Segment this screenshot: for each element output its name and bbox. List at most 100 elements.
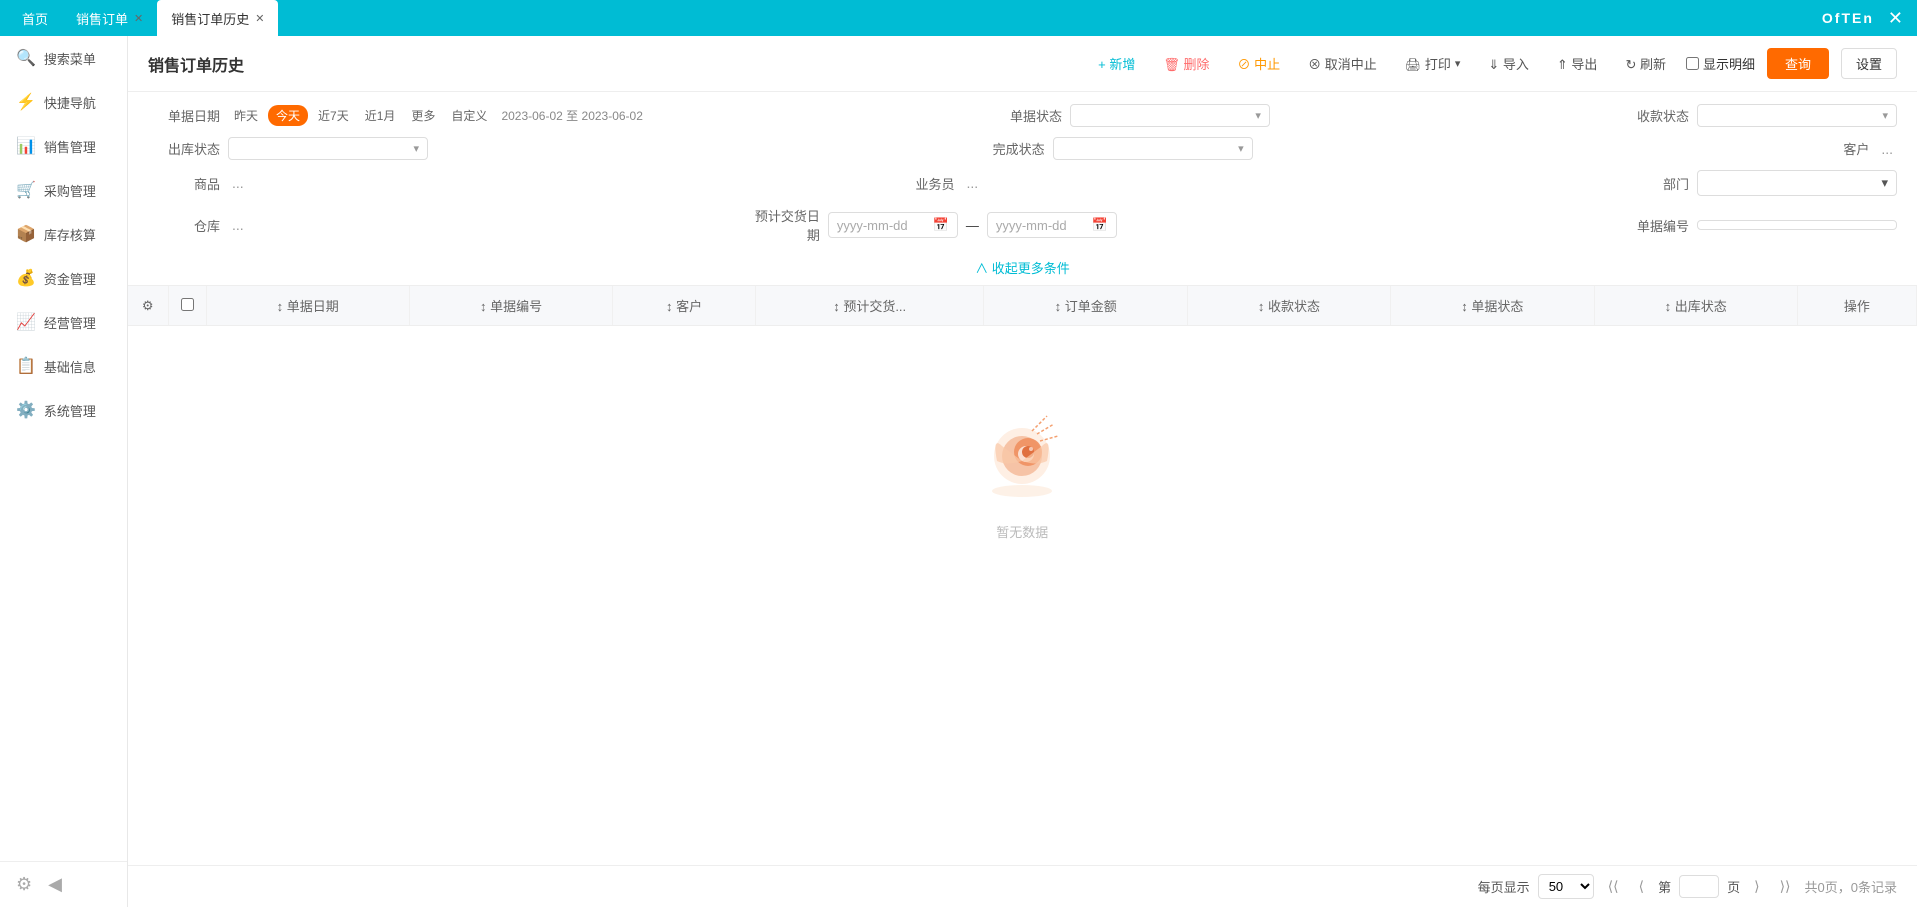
top-bar-actions: OfTEn ✕ [1822,8,1909,29]
expected-date-label: 预计交货日期 [748,206,820,244]
calendar-end-icon[interactable]: 📅 [1092,217,1108,233]
date-1month-btn[interactable]: 近1月 [359,105,402,126]
first-page-btn[interactable]: ⟨⟨ [1602,876,1625,897]
outbound-status-select[interactable]: ▾ [228,137,428,160]
export-button[interactable]: ⇑ 导出 [1549,50,1606,77]
page-number-input[interactable]: 1 [1679,875,1719,898]
expected-date-start-input[interactable]: yyyy-mm-dd 📅 [828,212,958,238]
th-receipt-status: ↕ 收款状态 [1187,286,1390,326]
dept-select[interactable]: ▾ [1697,170,1897,196]
tab-sales-order-history[interactable]: 销售订单历史 ✕ [157,0,278,36]
sidebar-item-sales-mgmt[interactable]: 📊 销售管理 [0,124,127,168]
per-page-select[interactable]: 10 20 50 100 [1538,874,1594,899]
bill-number-label: 单据编号 [1617,216,1689,235]
th-customer: ↕ 客户 [613,286,756,326]
show-detail-checkbox-label[interactable]: 显示明细 [1686,54,1755,73]
toolbar: + 新增 🗑 删除 ⊘ 中止 ⊗ 取消中止 🖨 打印 ▾ ⇓ 导入 [1090,48,1897,79]
close-sales-order-tab[interactable]: ✕ [134,12,143,25]
purchase-mgmt-icon: 🛒 [16,180,36,200]
quick-nav-icon: ⚡ [16,92,36,112]
th-date: ↕ 单据日期 [206,286,409,326]
sidebar-settings-icon[interactable]: ⚙ [16,874,32,895]
bill-status-caret-icon: ▾ [1255,109,1261,122]
bill-number-input[interactable] [1697,220,1897,230]
operation-mgmt-icon: 📈 [16,312,36,332]
sidebar-item-system-mgmt[interactable]: ⚙️ 系统管理 [0,388,127,432]
dept-label: 部门 [1617,174,1689,193]
salesperson-select-btn[interactable]: ... [963,175,983,191]
sidebar-item-fund-mgmt[interactable]: 💰 资金管理 [0,256,127,300]
fund-mgmt-icon: 💰 [16,268,36,288]
window-close-button[interactable]: ✕ [1882,8,1909,29]
goods-label: 商品 [148,174,220,193]
complete-status-label: 完成状态 [973,139,1045,158]
empty-image [972,406,1072,506]
sidebar-item-basic-info[interactable]: 📋 基础信息 [0,344,127,388]
outbound-status-label: 出库状态 [148,139,220,158]
th-settings: ⚙ [128,286,168,326]
sidebar-item-quick-nav[interactable]: ⚡ 快捷导航 [0,80,127,124]
stop-button[interactable]: ⊘ 中止 [1230,50,1289,77]
date-range-display: 2023-06-02 至 2023-06-02 [501,107,642,124]
complete-status-select[interactable]: ▾ [1053,137,1253,160]
sidebar-collapse-icon[interactable]: ◀ [48,874,62,895]
date-7days-btn[interactable]: 近7天 [312,105,355,126]
collapse-more-conditions[interactable]: ∧ 收起更多条件 [148,254,1897,281]
complete-status-caret-icon: ▾ [1238,142,1244,155]
data-table: ⚙ ↕ 单据日期 ↕ 单据编号 ↕ 客户 [128,286,1917,621]
tab-home[interactable]: 首页 [8,0,62,36]
app-title: OfTEn [1822,10,1874,26]
filter-row-1: 单据日期 昨天 今天 近7天 近1月 更多 自定义 2023-06-02 至 2… [148,104,1897,127]
sidebar-item-inventory-check[interactable]: 📦 库存核算 [0,212,127,256]
empty-state: 暂无数据 [128,326,1917,621]
warehouse-select-btn[interactable]: ... [228,217,248,233]
print-button[interactable]: 🖨 打印 ▾ [1397,50,1469,77]
customer-select-btn[interactable]: ... [1877,141,1897,157]
calendar-start-icon[interactable]: 📅 [933,217,949,233]
query-button[interactable]: 查询 [1767,48,1829,79]
receipt-status-select[interactable]: ▾ [1697,104,1897,127]
th-outbound-status: ↕ 出库状态 [1594,286,1797,326]
pagination-bar: 每页显示 10 20 50 100 ⟨⟨ ⟨ 第 1 页 ⟩ ⟩⟩ 共0页，0条… [128,865,1917,907]
date-yesterday-btn[interactable]: 昨天 [228,105,264,126]
date-more-btn[interactable]: 更多 [405,105,441,126]
sidebar-item-search-menu[interactable]: 🔍 搜索菜单 [0,36,127,80]
date-today-btn[interactable]: 今天 [268,105,308,126]
expected-date-end-input[interactable]: yyyy-mm-dd 📅 [987,212,1117,238]
salesperson-label: 业务员 [883,174,955,193]
basic-info-icon: 📋 [16,356,36,376]
date-filter-label: 单据日期 [148,106,220,125]
th-bill-status: ↕ 单据状态 [1391,286,1594,326]
date-custom-btn[interactable]: 自定义 [445,105,493,126]
sales-mgmt-icon: 📊 [16,136,36,156]
bill-status-select[interactable]: ▾ [1070,104,1270,127]
top-bar: 首页 销售订单 ✕ 销售订单历史 ✕ OfTEn ✕ [0,0,1917,36]
goods-select-btn[interactable]: ... [228,175,248,191]
th-amount: ↕ 订单金额 [984,286,1187,326]
sidebar-bottom: ⚙ ◀ [0,861,127,907]
delete-button[interactable]: 🗑 删除 [1155,50,1217,77]
settings-button[interactable]: 设置 [1841,48,1897,79]
last-page-btn[interactable]: ⟩⟩ [1774,876,1797,897]
sidebar-item-operation-mgmt[interactable]: 📈 经营管理 [0,300,127,344]
date-range-filter: 昨天 今天 近7天 近1月 更多 自定义 [228,105,493,126]
inventory-check-icon: 📦 [16,224,36,244]
warehouse-label: 仓库 [148,216,220,235]
th-expected-date: ↕ 预计交货... [755,286,984,326]
close-sales-order-history-tab[interactable]: ✕ [255,12,264,25]
filter-row-4: 仓库 ... 预计交货日期 yyyy-mm-dd 📅 — yyyy-mm-dd … [148,206,1897,244]
table-settings-icon[interactable]: ⚙ [142,298,154,313]
tab-sales-order[interactable]: 销售订单 ✕ [62,0,157,36]
page-title: 销售订单历史 [148,52,244,76]
sidebar-item-purchase-mgmt[interactable]: 🛒 采购管理 [0,168,127,212]
show-detail-checkbox[interactable] [1686,57,1699,70]
prev-page-btn[interactable]: ⟨ [1633,876,1650,897]
next-page-btn[interactable]: ⟩ [1748,876,1765,897]
refresh-button[interactable]: ↻ 刷新 [1617,50,1674,77]
outbound-status-caret-icon: ▾ [413,142,419,155]
new-button[interactable]: + 新增 [1090,50,1143,77]
cancel-stop-button[interactable]: ⊗ 取消中止 [1300,50,1385,77]
select-all-checkbox[interactable] [181,298,194,311]
import-button[interactable]: ⇓ 导入 [1480,50,1537,77]
receipt-status-label: 收款状态 [1617,106,1689,125]
